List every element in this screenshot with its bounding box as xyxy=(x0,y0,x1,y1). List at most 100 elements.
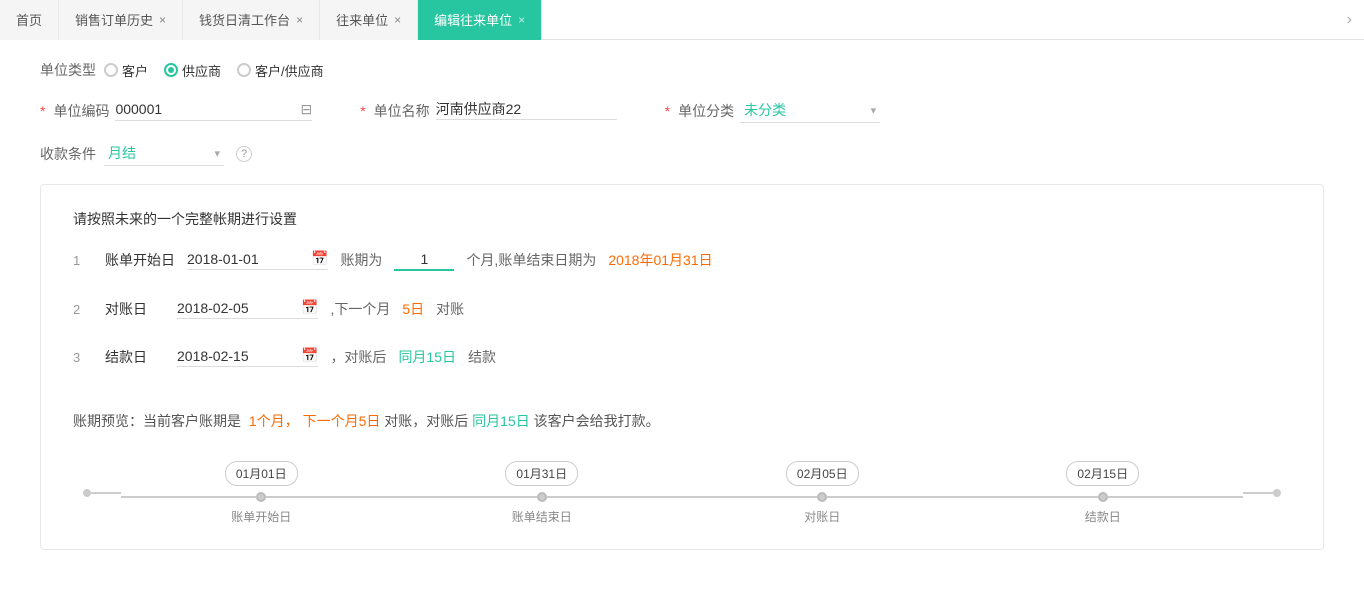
radio-supplier-label: 供应商 xyxy=(182,61,221,80)
preview-payment-day: 同月15日 xyxy=(472,413,530,429)
tab-partner-close-icon[interactable]: × xyxy=(394,13,401,27)
unit-code-copy-icon[interactable]: ⊟ xyxy=(300,101,312,118)
reconcile-date-input[interactable] xyxy=(177,300,297,316)
radio-both-circle xyxy=(237,63,251,77)
period-desc-before: 个月,账单结束日期为 xyxy=(466,250,596,270)
timeline-dot-2 xyxy=(537,492,547,502)
timeline-end-line xyxy=(1243,492,1273,494)
payment-terms-chevron-icon: ▾ xyxy=(214,147,220,160)
timeline-line-left-2 xyxy=(402,496,537,498)
timeline-inner: 01月01日 账单开始日 01月31日 xyxy=(83,461,1281,525)
timeline-label-3: 对账日 xyxy=(804,508,840,525)
payment-date-input[interactable] xyxy=(177,348,297,364)
timeline-line-right-1 xyxy=(266,496,401,498)
bill-end-date-highlight: 2018年01月31日 xyxy=(608,250,712,270)
unit-name-input[interactable] xyxy=(436,101,617,117)
timeline-bubble-1: 01月01日 xyxy=(225,461,298,486)
unit-code-field: * 单位编码 ⊟ xyxy=(40,101,312,121)
row-label-1: 账单开始日 xyxy=(105,250,175,270)
timeline-node-1: 01月01日 账单开始日 xyxy=(121,461,402,525)
timeline-node-2: 01月31日 账单结束日 xyxy=(402,461,683,525)
payment-terms-help-icon[interactable]: ? xyxy=(236,146,252,162)
row-num-1: 1 xyxy=(73,253,93,268)
unit-category-required: * xyxy=(665,103,670,119)
preview-end-text: 该客户会给我打款。 xyxy=(534,413,660,429)
timeline-label-2: 账单结束日 xyxy=(512,508,572,525)
timeline-start-line xyxy=(91,492,121,494)
timeline-line-right-4 xyxy=(1108,496,1243,498)
unit-name-input-wrapper xyxy=(436,101,617,120)
timeline-dot-4 xyxy=(1098,492,1108,502)
tab-edit-partner[interactable]: 编辑往来单位 × xyxy=(418,0,542,40)
payment-desc-after: 结款 xyxy=(468,347,496,367)
payment-terms-select[interactable]: 月结 ▾ xyxy=(104,141,224,166)
reconcile-desc-before: ,下一个月 xyxy=(330,299,390,319)
timeline-row-3 xyxy=(682,492,963,502)
unit-code-input[interactable] xyxy=(115,101,296,117)
bill-period-section: 请按照未来的一个完整帐期进行设置 1 账单开始日 📅 账期为 个月,账单结束日期… xyxy=(40,184,1324,550)
preview-reconcile-day: 下一个月5日 xyxy=(303,413,381,429)
start-date-input[interactable] xyxy=(187,251,307,267)
radio-supplier-circle xyxy=(164,63,178,77)
unit-name-field: * 单位名称 xyxy=(360,101,616,121)
timeline-end-dot xyxy=(1273,489,1281,497)
unit-category-label: 单位分类 xyxy=(678,101,734,121)
timeline-bubble-4: 02月15日 xyxy=(1066,461,1139,486)
reconcile-date-calendar-icon[interactable]: 📅 xyxy=(301,299,318,316)
timeline-line-left-4 xyxy=(963,496,1098,498)
timeline-wrapper: 01月01日 账单开始日 01月31日 xyxy=(73,461,1291,525)
radio-customer-label: 客户 xyxy=(122,61,148,80)
timeline-line-left-1 xyxy=(121,496,256,498)
timeline-dot-3 xyxy=(817,492,827,502)
payment-terms-row: 收款条件 月结 ▾ ? xyxy=(40,141,1324,166)
row-num-3: 3 xyxy=(73,350,93,365)
tabs-scroll-right-icon[interactable]: › xyxy=(1335,11,1364,29)
timeline-left-cap xyxy=(83,489,121,525)
timeline-node-4: 02月15日 结款日 xyxy=(963,461,1244,525)
start-date-calendar-icon[interactable]: 📅 xyxy=(311,250,328,267)
tab-edit-partner-close-icon[interactable]: × xyxy=(518,13,525,27)
timeline-line-right-3 xyxy=(827,496,962,498)
unit-info-row: * 单位编码 ⊟ * 单位名称 * 单位分类 未分类 ▾ xyxy=(40,98,1324,123)
timeline-row-4 xyxy=(963,492,1244,502)
section-title: 请按照未来的一个完整帐期进行设置 xyxy=(73,209,1291,229)
payment-terms-label: 收款条件 xyxy=(40,144,96,164)
radio-customer[interactable]: 客户 xyxy=(104,61,148,80)
timeline-label-1: 账单开始日 xyxy=(231,508,291,525)
reconcile-desc-after: 对账 xyxy=(436,299,464,319)
timeline-right-cap xyxy=(1243,489,1281,525)
radio-both[interactable]: 客户/供应商 xyxy=(237,61,324,80)
payment-day-highlight: 同月15日 xyxy=(398,347,456,367)
radio-supplier[interactable]: 供应商 xyxy=(164,61,221,80)
tab-cash-work[interactable]: 钱货日清工作台 × xyxy=(183,0,320,40)
reconcile-day-highlight: 5日 xyxy=(402,299,424,319)
tab-cash-close-icon[interactable]: × xyxy=(296,13,303,27)
unit-category-chevron-icon: ▾ xyxy=(871,104,877,117)
period-months-input[interactable] xyxy=(394,249,454,271)
tab-sales-close-icon[interactable]: × xyxy=(159,13,166,27)
unit-type-row: 单位类型 客户 供应商 客户/供应商 xyxy=(40,60,1324,80)
tab-sales-label: 销售订单历史 xyxy=(75,10,153,29)
main-content: 单位类型 客户 供应商 客户/供应商 * 单位编码 ⊟ xyxy=(0,40,1364,608)
tab-partner-unit[interactable]: 往来单位 × xyxy=(320,0,418,40)
preview-label: 账期预览：当前客户账期是 xyxy=(73,413,241,429)
payment-desc-before: ，对账后 xyxy=(330,347,386,367)
timeline-dot-1 xyxy=(256,492,266,502)
timeline-bubble-2: 01月31日 xyxy=(505,461,578,486)
unit-type-label: 单位类型 xyxy=(40,60,96,80)
row-num-2: 2 xyxy=(73,302,93,317)
unit-type-radio-group: 客户 供应商 客户/供应商 xyxy=(104,61,324,80)
timeline-bubble-3: 02月05日 xyxy=(786,461,859,486)
tab-sales-order-history[interactable]: 销售订单历史 × xyxy=(59,0,183,40)
payment-date-calendar-icon[interactable]: 📅 xyxy=(301,347,318,364)
tab-cash-label: 钱货日清工作台 xyxy=(199,10,290,29)
timeline-row-1 xyxy=(121,492,402,502)
unit-category-select[interactable]: 未分类 ▾ xyxy=(740,98,880,123)
timeline-node-3: 02月05日 对账日 xyxy=(682,461,963,525)
reconcile-date-input-wrapper: 📅 xyxy=(177,299,318,319)
unit-code-label: 单位编码 xyxy=(53,101,109,121)
payment-terms-value: 月结 xyxy=(108,143,208,163)
unit-code-input-wrapper: ⊟ xyxy=(115,101,312,121)
tab-home[interactable]: 首页 xyxy=(0,0,59,40)
period-label: 账期为 xyxy=(340,250,382,270)
